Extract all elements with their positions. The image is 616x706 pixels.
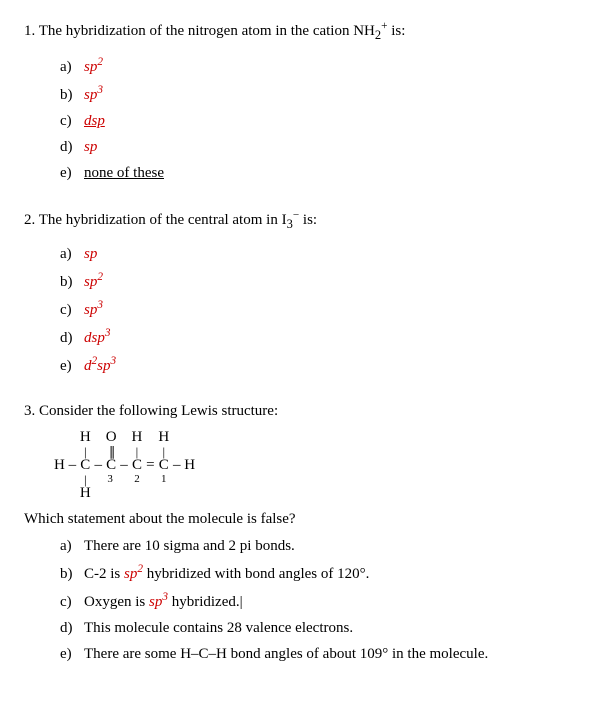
lewis-cell (142, 486, 158, 501)
lewis-cell: H – (54, 458, 80, 473)
lewis-cell (54, 430, 80, 445)
lewis-cell: 3 (106, 473, 117, 486)
lewis-cell (91, 473, 106, 486)
lewis-cell (106, 486, 117, 501)
option-letter: d) (60, 135, 76, 159)
option-letter: d) (60, 326, 76, 350)
option-text: sp2 (84, 268, 103, 294)
list-item: b) C-2 is sp2 hybridized with bond angle… (60, 560, 592, 586)
question-1-options: a) sp2 b) sp3 c) dsp d) sp e) none of th… (24, 53, 592, 185)
option-letter: b) (60, 270, 76, 294)
option-letter: b) (60, 83, 76, 107)
lewis-cell (169, 473, 195, 486)
list-item: c) dsp (60, 109, 592, 133)
option-text: dsp3 (84, 324, 110, 350)
lewis-cell: H (132, 430, 143, 445)
lewis-cell (91, 486, 106, 501)
list-item: b) sp3 (60, 81, 592, 107)
list-item: a) There are 10 sigma and 2 pi bonds. (60, 534, 592, 558)
lewis-structure: H O H H | ∥ | | H – (54, 430, 592, 501)
which-statement: Which statement about the molecule is fa… (24, 511, 592, 528)
lewis-cell: 2 (132, 473, 143, 486)
list-item: a) sp2 (60, 53, 592, 79)
question-2-options: a) sp b) sp2 c) sp3 d) dsp3 e) d2sp3 (24, 242, 592, 378)
option-letter: a) (60, 242, 76, 266)
lewis-cell (91, 430, 106, 445)
list-item: c) sp3 (60, 296, 592, 322)
option-letter: a) (60, 534, 76, 558)
lewis-cell (117, 486, 132, 501)
option-text: sp (84, 135, 97, 159)
lewis-cell: – (91, 458, 106, 473)
lewis-row-top-atoms: H O H H (54, 430, 195, 445)
lewis-cell: H (158, 430, 169, 445)
question-3-options: a) There are 10 sigma and 2 pi bonds. b)… (24, 534, 592, 666)
lewis-cell: C (158, 458, 169, 473)
lewis-cell: C (132, 458, 143, 473)
lewis-cell: C (80, 458, 91, 473)
lewis-cell (54, 473, 80, 486)
option-text: d2sp3 (84, 352, 116, 378)
list-item: e) There are some H–C–H bond angles of a… (60, 642, 592, 666)
lewis-cell: H (80, 486, 91, 501)
option-letter: e) (60, 642, 76, 666)
lewis-cell (142, 430, 158, 445)
question-1: 1. The hybridization of the nitrogen ato… (24, 18, 592, 185)
lewis-cell (117, 430, 132, 445)
option-letter: e) (60, 354, 76, 378)
question-3-text: 3. Consider the following Lewis structur… (24, 400, 592, 423)
lewis-cell: – H (169, 458, 195, 473)
option-letter: a) (60, 55, 76, 79)
lewis-cell (169, 430, 195, 445)
list-item: d) sp (60, 135, 592, 159)
lewis-cell: H (80, 430, 91, 445)
question-2-text: 2. The hybridization of the central atom… (24, 207, 592, 234)
question-2: 2. The hybridization of the central atom… (24, 207, 592, 378)
option-text: sp2 (84, 53, 103, 79)
list-item: e) none of these (60, 161, 592, 185)
list-item: d) dsp3 (60, 324, 592, 350)
option-text: Oxygen is sp3 hybridized.| (84, 588, 243, 614)
list-item: a) sp (60, 242, 592, 266)
lewis-cell: 1 (158, 473, 169, 486)
question-1-text: 1. The hybridization of the nitrogen ato… (24, 18, 592, 45)
option-letter: b) (60, 562, 76, 586)
option-letter: d) (60, 616, 76, 640)
list-item: b) sp2 (60, 268, 592, 294)
option-letter: e) (60, 161, 76, 185)
lewis-cell (169, 486, 195, 501)
option-text: sp3 (84, 81, 103, 107)
option-text: none of these (84, 161, 164, 185)
option-text: sp (84, 242, 97, 266)
option-text: There are some H–C–H bond angles of abou… (84, 642, 488, 666)
option-text: dsp (84, 109, 105, 133)
lewis-cell (142, 473, 158, 486)
option-text: This molecule contains 28 valence electr… (84, 616, 353, 640)
lewis-cell: – (117, 458, 132, 473)
list-item: e) d2sp3 (60, 352, 592, 378)
lewis-row-main-chain: H – C – C – C = C – H (54, 458, 195, 473)
lewis-cell: = (142, 458, 158, 473)
lewis-cell (54, 486, 80, 501)
lewis-cell (117, 473, 132, 486)
option-letter: c) (60, 590, 76, 614)
lewis-cell: C (106, 458, 117, 473)
question-3: 3. Consider the following Lewis structur… (24, 400, 592, 667)
option-letter: c) (60, 298, 76, 322)
lewis-cell (132, 486, 143, 501)
lewis-row-bottom-h: H (54, 486, 195, 501)
option-text: There are 10 sigma and 2 pi bonds. (84, 534, 295, 558)
lewis-cell: O (106, 430, 117, 445)
option-letter: c) (60, 109, 76, 133)
option-text: C-2 is sp2 hybridized with bond angles o… (84, 560, 369, 586)
lewis-cell (158, 486, 169, 501)
lewis-table: H O H H | ∥ | | H – (54, 430, 195, 501)
lewis-row-bottom-bonds: | 3 2 1 (54, 473, 195, 486)
list-item: c) Oxygen is sp3 hybridized.| (60, 588, 592, 614)
list-item: d) This molecule contains 28 valence ele… (60, 616, 592, 640)
option-text: sp3 (84, 296, 103, 322)
